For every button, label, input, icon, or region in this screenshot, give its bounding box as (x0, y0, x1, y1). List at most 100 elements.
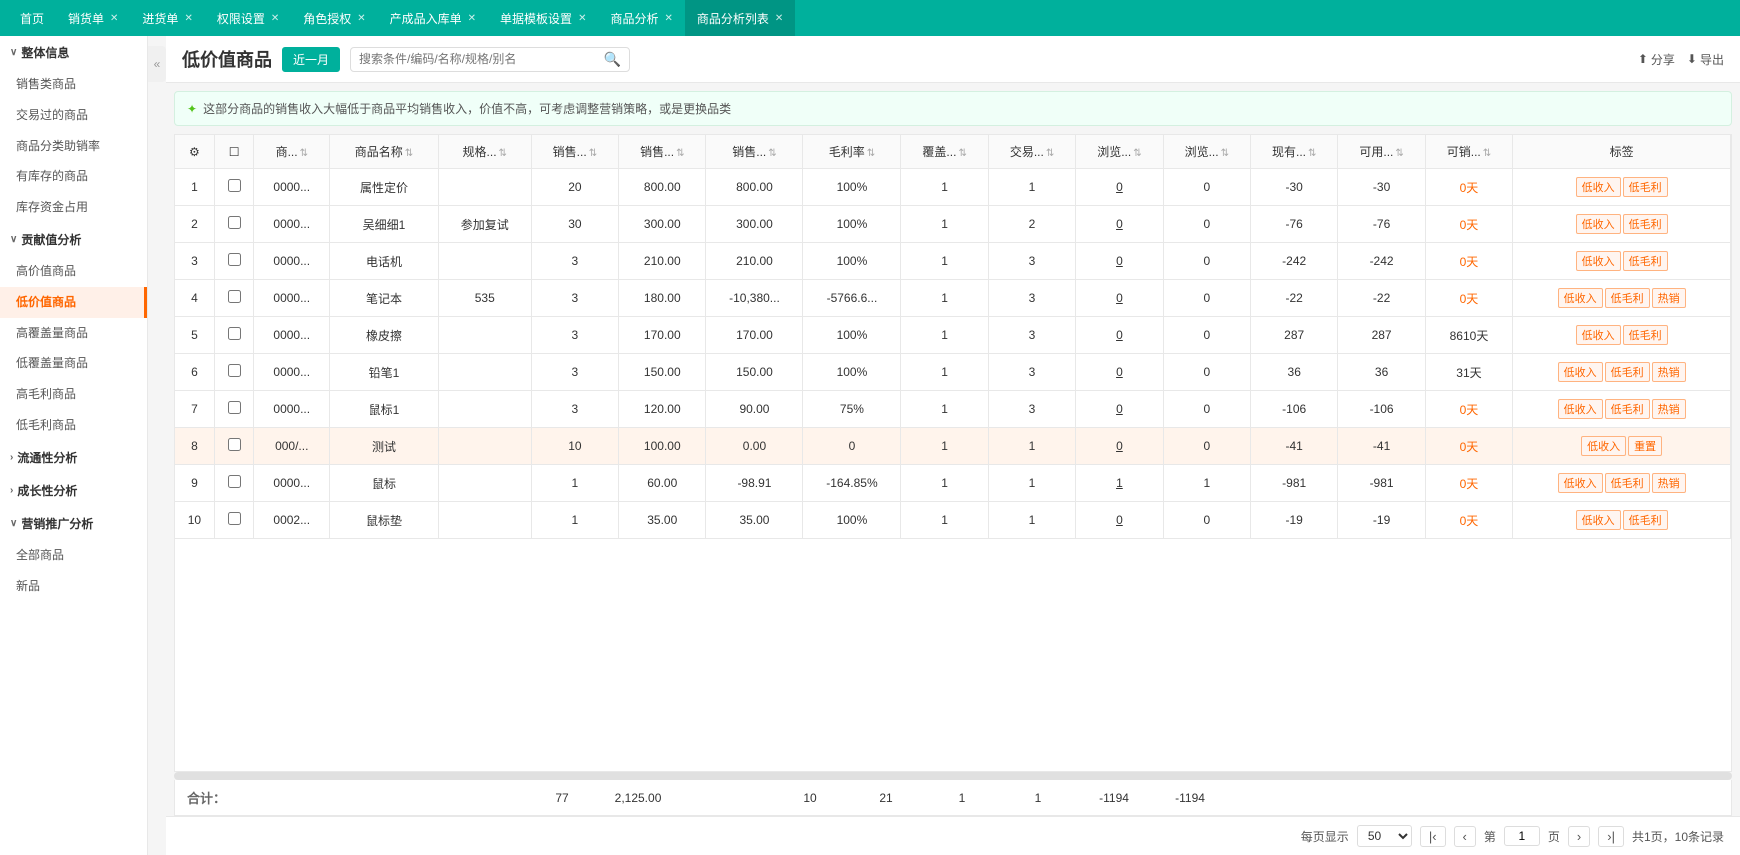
nav-role-auth[interactable]: 角色授权 ✕ (291, 0, 377, 36)
close-icon[interactable]: ✕ (578, 13, 586, 24)
row-spec (438, 465, 531, 502)
nav-product-analysis-list[interactable]: 商品分析列表 ✕ (685, 0, 795, 36)
col-spec[interactable]: 规格...⇅ (438, 135, 531, 169)
col-trade[interactable]: 交易...⇅ (988, 135, 1075, 169)
col-code[interactable]: 商...⇅ (254, 135, 330, 169)
row-qty: 1 (531, 465, 618, 502)
row-checkbox[interactable] (214, 428, 254, 465)
row-browse1[interactable]: 1 (1076, 465, 1163, 502)
col-gross[interactable]: 毛利率⇅ (803, 135, 901, 169)
nav-sales-order[interactable]: 销货单 ✕ (56, 0, 130, 36)
browse-link[interactable]: 0 (1116, 439, 1123, 453)
row-spec (438, 354, 531, 391)
sidebar-item-inventory-funds[interactable]: 库存资金占用 (0, 192, 147, 223)
col-coverage[interactable]: 覆盖...⇅ (901, 135, 988, 169)
sidebar-item-high-profit[interactable]: 高毛利商品 (0, 379, 147, 410)
col-current[interactable]: 现有...⇅ (1251, 135, 1338, 169)
close-icon[interactable]: ✕ (184, 13, 192, 24)
row-code: 000/... (254, 428, 330, 465)
row-browse1[interactable]: 0 (1076, 243, 1163, 280)
sidebar-group-marketing[interactable]: ∨ 营销推广分析 (0, 507, 147, 540)
close-icon[interactable]: ✕ (468, 13, 476, 24)
row-checkbox[interactable] (214, 391, 254, 428)
sidebar-item-low-profit[interactable]: 低毛利商品 (0, 410, 147, 441)
nav-product-analysis[interactable]: 商品分析 ✕ (598, 0, 684, 36)
scrollbar[interactable] (174, 772, 1732, 780)
nav-purchase-order[interactable]: 进货单 ✕ (130, 0, 204, 36)
row-checkbox[interactable] (214, 465, 254, 502)
prev-page-button[interactable]: ‹ (1454, 826, 1476, 847)
first-page-button[interactable]: |‹ (1420, 826, 1446, 847)
row-browse1[interactable]: 0 (1076, 206, 1163, 243)
browse-link[interactable]: 0 (1116, 513, 1123, 527)
col-settings[interactable]: ⚙ (175, 135, 214, 169)
nav-permissions[interactable]: 权限设置 ✕ (205, 0, 291, 36)
sidebar-item-low-value[interactable]: 低价值商品 (0, 287, 147, 318)
nav-product-storage[interactable]: 产成品入库单 ✕ (378, 0, 488, 36)
sidebar-item-high-coverage[interactable]: 高覆盖量商品 (0, 318, 147, 349)
export-button[interactable]: ⬇ 导出 (1687, 51, 1724, 68)
col-available[interactable]: 可用...⇅ (1338, 135, 1425, 169)
row-browse1[interactable]: 0 (1076, 317, 1163, 354)
row-checkbox[interactable] (214, 169, 254, 206)
sidebar-group-circulation[interactable]: › 流通性分析 (0, 441, 147, 474)
sidebar-item-inventory-products[interactable]: 有库存的商品 (0, 161, 147, 192)
browse-link[interactable]: 0 (1116, 254, 1123, 268)
col-sale1[interactable]: 销售...⇅ (619, 135, 706, 169)
close-icon[interactable]: ✕ (775, 13, 783, 24)
page-number-input[interactable] (1504, 826, 1540, 846)
row-checkbox[interactable] (214, 502, 254, 539)
col-name[interactable]: 商品名称⇅ (330, 135, 439, 169)
close-icon[interactable]: ✕ (271, 13, 279, 24)
close-icon[interactable]: ✕ (357, 13, 365, 24)
row-checkbox[interactable] (214, 280, 254, 317)
row-browse1[interactable]: 0 (1076, 391, 1163, 428)
last-page-button[interactable]: ›| (1598, 826, 1624, 847)
browse-link[interactable]: 0 (1116, 180, 1123, 194)
row-browse1[interactable]: 0 (1076, 428, 1163, 465)
browse-link[interactable]: 0 (1116, 365, 1123, 379)
close-icon[interactable]: ✕ (110, 13, 118, 24)
sidebar-group-growth[interactable]: › 成长性分析 (0, 474, 147, 507)
page-size-select[interactable]: 50 10 20 100 (1357, 825, 1412, 847)
row-browse1[interactable]: 0 (1076, 502, 1163, 539)
sidebar-item-traded-products[interactable]: 交易过的商品 (0, 100, 147, 131)
sidebar-item-new-products[interactable]: 新品 (0, 571, 147, 602)
sidebar-item-all-products[interactable]: 全部商品 (0, 540, 147, 571)
col-checkbox[interactable]: ☐ (214, 135, 254, 169)
col-saleable[interactable]: 可销...⇅ (1425, 135, 1512, 169)
col-browse2[interactable]: 浏览...⇅ (1163, 135, 1250, 169)
row-checkbox[interactable] (214, 354, 254, 391)
row-browse1[interactable]: 0 (1076, 169, 1163, 206)
row-checkbox[interactable] (214, 317, 254, 354)
row-checkbox[interactable] (214, 243, 254, 280)
browse-link[interactable]: 0 (1116, 217, 1123, 231)
next-page-button[interactable]: › (1568, 826, 1590, 847)
row-browse2: 1 (1163, 465, 1250, 502)
nav-template-settings[interactable]: 单据模板设置 ✕ (488, 0, 598, 36)
col-browse1[interactable]: 浏览...⇅ (1076, 135, 1163, 169)
row-browse1[interactable]: 0 (1076, 354, 1163, 391)
nav-home[interactable]: 首页 (8, 0, 56, 36)
search-input[interactable] (359, 52, 604, 66)
col-sale2[interactable]: 销售...⇅ (706, 135, 803, 169)
sidebar-collapse-button[interactable]: « (148, 46, 166, 82)
row-checkbox[interactable] (214, 206, 254, 243)
sidebar-item-high-value[interactable]: 高价值商品 (0, 256, 147, 287)
sidebar-item-category-rate[interactable]: 商品分类助销率 (0, 131, 147, 162)
sidebar-group-contribution[interactable]: ∨ 贡献值分析 (0, 223, 147, 256)
row-browse1[interactable]: 0 (1076, 280, 1163, 317)
col-qty[interactable]: 销售...⇅ (531, 135, 618, 169)
tab-recent-month[interactable]: 近一月 (282, 47, 340, 72)
browse-link[interactable]: 1 (1116, 476, 1123, 490)
browse-link[interactable]: 0 (1116, 291, 1123, 305)
browse-link[interactable]: 0 (1116, 328, 1123, 342)
row-current: -30 (1251, 169, 1338, 206)
close-icon[interactable]: ✕ (664, 13, 672, 24)
search-icon[interactable]: 🔍 (604, 51, 621, 68)
sidebar-item-low-coverage[interactable]: 低覆盖量商品 (0, 348, 147, 379)
browse-link[interactable]: 0 (1116, 402, 1123, 416)
sidebar-item-sales-products[interactable]: 销售类商品 (0, 69, 147, 100)
share-button[interactable]: ⬆ 分享 (1638, 51, 1675, 68)
sidebar-group-overall[interactable]: ∨ 整体信息 (0, 36, 147, 69)
